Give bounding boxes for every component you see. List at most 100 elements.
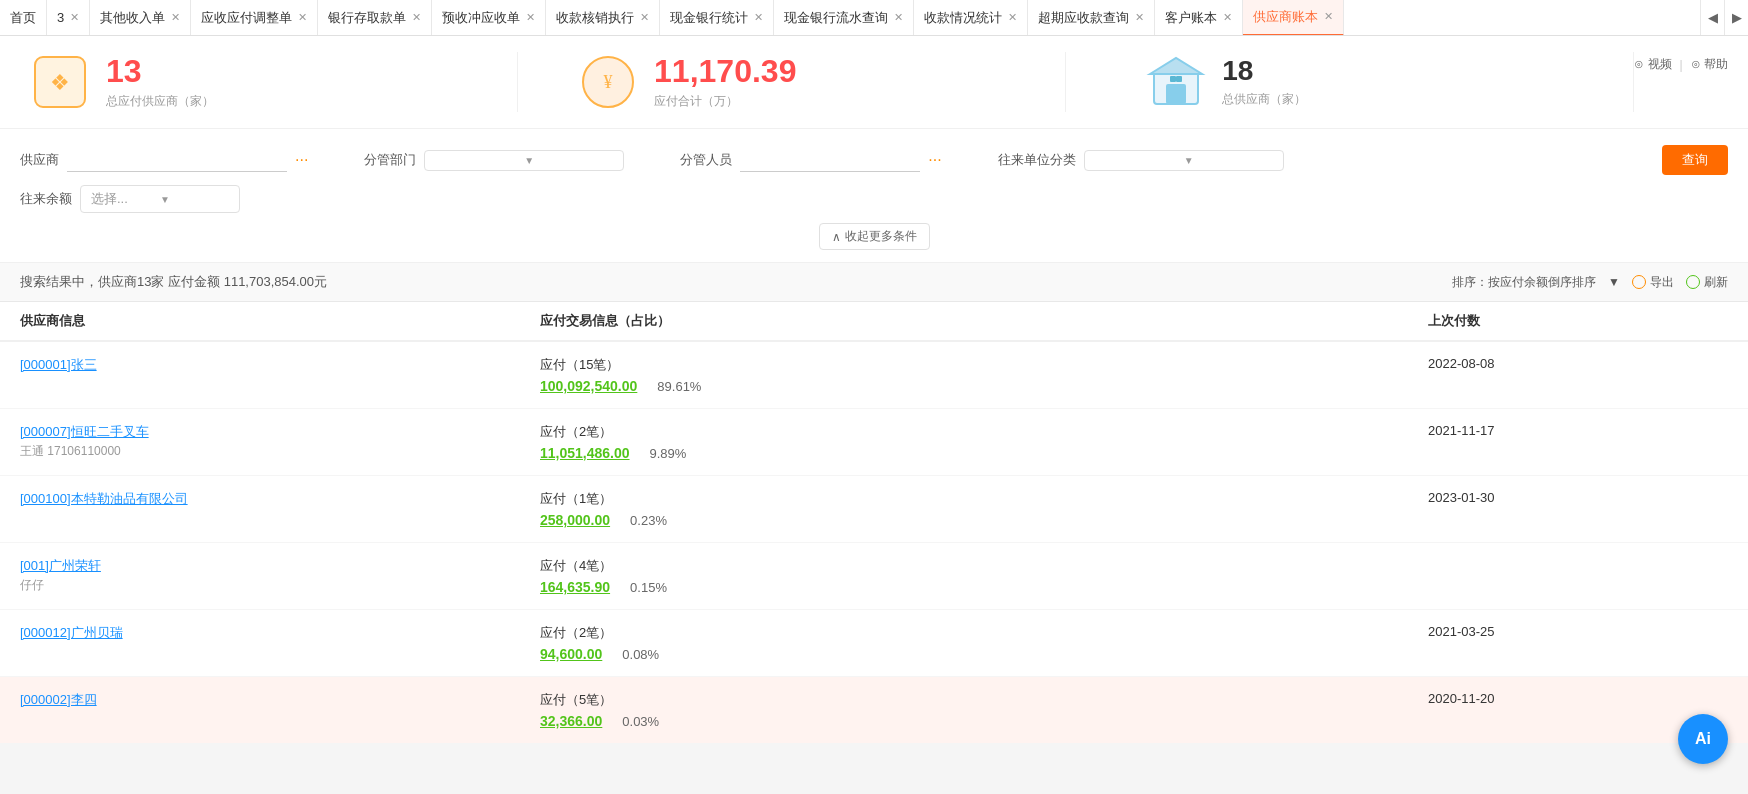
results-summary: 搜索结果中，供应商13家 应付金额 111,703,854.00元: [20, 273, 327, 291]
last-pay-date: 2021-11-17: [1428, 423, 1495, 438]
results-right-actions: 排序：按应付余额倒序排序 ▼ 导出 刷新: [1452, 274, 1728, 291]
trans-label: 应付（2笔）: [540, 624, 1428, 642]
svg-rect-6: [1166, 84, 1186, 104]
stat-label-payable-total: 应付合计（万）: [654, 93, 1035, 110]
trans-amount[interactable]: 94,600.00: [540, 646, 602, 662]
nav-tab-3-close[interactable]: ✕: [70, 11, 79, 24]
col-header-trans: 应付交易信息（占比）: [540, 312, 1428, 330]
nav-tab-3-label: 3: [57, 10, 64, 25]
filter-supplier-dots[interactable]: ···: [295, 151, 308, 169]
table-row: [001]广州荣轩 仔仔 应付（4笔） 164,635.90 0.15%: [0, 543, 1748, 610]
nav-tab-cash-bank-stat[interactable]: 现金银行统计 ✕: [660, 0, 774, 36]
last-pay-date: 2023-01-30: [1428, 490, 1495, 505]
nav-tab-other-income-close[interactable]: ✕: [171, 11, 180, 24]
trans-pct: 9.89%: [650, 446, 687, 461]
stat-number-total-suppliers: 18: [1222, 56, 1603, 87]
filter-input-person[interactable]: [740, 148, 920, 172]
nav-tab-receipt-verify-label: 收款核销执行: [556, 9, 634, 27]
nav-tab-cash-flow-query-close[interactable]: ✕: [894, 11, 903, 24]
refresh-icon: [1686, 275, 1700, 289]
filter-area: 供应商 ··· 分管部门 ▼ 分管人员 ··· 往来单位分类 ▼ 查询: [0, 129, 1748, 263]
trans-amount[interactable]: 32,366.00: [540, 713, 602, 729]
supplier-link[interactable]: [000012]广州贝瑞: [20, 625, 123, 640]
nav-tab-overdue-ar-close[interactable]: ✕: [1135, 11, 1144, 24]
export-button[interactable]: 导出: [1632, 274, 1674, 291]
nav-tab-cash-bank-stat-close[interactable]: ✕: [754, 11, 763, 24]
nav-tab-payment-stat[interactable]: 收款情况统计 ✕: [914, 0, 1028, 36]
supplier-link[interactable]: [000100]本特勒油品有限公司: [20, 491, 188, 506]
nav-prev-arrow[interactable]: ◀: [1700, 0, 1724, 36]
svg-marker-5: [1150, 58, 1202, 74]
trans-amount[interactable]: 100,092,540.00: [540, 378, 637, 394]
nav-tab-receipt-verify[interactable]: 收款核销执行 ✕: [546, 0, 660, 36]
stats-row: ❖ 13 总应付供应商（家） ¥ 11,170.39 应付合计（万）: [0, 36, 1748, 129]
sort-arrow: ▼: [1608, 275, 1620, 289]
nav-tab-prepay-offset[interactable]: 预收冲应收单 ✕: [432, 0, 546, 36]
nav-tab-supplier-ledger-close[interactable]: ✕: [1324, 10, 1333, 23]
table-row: [000001]张三 应付（15笔） 100,092,540.00 89.61%…: [0, 342, 1748, 409]
filter-item-supplier: 供应商 ···: [20, 148, 308, 172]
filter-select-category[interactable]: ▼: [1084, 150, 1284, 171]
nav-tab-prepay-offset-close[interactable]: ✕: [526, 11, 535, 24]
results-bar: 搜索结果中，供应商13家 应付金额 111,703,854.00元 排序：按应付…: [0, 263, 1748, 302]
filter-dept-arrow: ▼: [524, 155, 613, 166]
nav-tab-bank-deposit[interactable]: 银行存取款单 ✕: [318, 0, 432, 36]
sort-select[interactable]: 排序：按应付余额倒序排序: [1452, 274, 1596, 291]
last-pay-date: 2022-08-08: [1428, 356, 1495, 371]
trans-amount[interactable]: 11,051,486.00: [540, 445, 630, 461]
nav-tab-receipt-verify-close[interactable]: ✕: [640, 11, 649, 24]
table-body: [000001]张三 应付（15笔） 100,092,540.00 89.61%…: [0, 342, 1748, 744]
supplier-link[interactable]: [000007]恒旺二手叉车: [20, 424, 149, 439]
nav-tab-ar-ap-adjust-close[interactable]: ✕: [298, 11, 307, 24]
last-pay-date: 2020-11-20: [1428, 691, 1495, 706]
search-button[interactable]: 查询: [1662, 145, 1728, 175]
nav-tab-home[interactable]: 首页: [0, 0, 47, 36]
nav-tab-customer-ledger-close[interactable]: ✕: [1223, 11, 1232, 24]
collapse-button[interactable]: ∧ 收起更多条件: [819, 223, 930, 250]
supplier-link[interactable]: [001]广州荣轩: [20, 558, 101, 573]
ai-label: Ai: [1695, 730, 1711, 744]
stat-info-suppliers-payable: 13 总应付供应商（家）: [106, 54, 487, 110]
nav-tab-ar-ap-adjust[interactable]: 应收应付调整单 ✕: [191, 0, 318, 36]
help-link[interactable]: ⊙ 帮助: [1691, 56, 1728, 73]
supplier-link[interactable]: [000001]张三: [20, 357, 97, 372]
trans-label: 应付（1笔）: [540, 490, 1428, 508]
filter-label-dept: 分管部门: [364, 151, 416, 169]
nav-tab-customer-ledger-label: 客户账本: [1165, 9, 1217, 27]
filter-item-dept: 分管部门 ▼: [364, 150, 624, 171]
trans-label: 应付（4笔）: [540, 557, 1428, 575]
nav-tab-cash-flow-query-label: 现金银行流水查询: [784, 9, 888, 27]
trans-amount-row: 100,092,540.00 89.61%: [540, 374, 1428, 394]
filter-balance-arrow: ▼: [160, 194, 229, 205]
nav-tab-ar-ap-adjust-label: 应收应付调整单: [201, 9, 292, 27]
stat-item-payable-total: ¥ 11,170.39 应付合计（万）: [518, 52, 1066, 112]
nav-tab-cash-flow-query[interactable]: 现金银行流水查询 ✕: [774, 0, 914, 36]
nav-next-arrow[interactable]: ▶: [1724, 0, 1748, 36]
trans-amount[interactable]: 164,635.90: [540, 579, 610, 595]
nav-tab-customer-ledger[interactable]: 客户账本 ✕: [1155, 0, 1243, 36]
video-link[interactable]: ⊙ 视频: [1634, 56, 1671, 73]
supplier-link[interactable]: [000002]李四: [20, 692, 97, 707]
refresh-button[interactable]: 刷新: [1686, 274, 1728, 291]
nav-tab-bank-deposit-close[interactable]: ✕: [412, 11, 421, 24]
nav-tab-supplier-ledger[interactable]: 供应商账本 ✕: [1243, 0, 1344, 36]
filter-select-dept[interactable]: ▼: [424, 150, 624, 171]
nav-tab-overdue-ar[interactable]: 超期应收款查询 ✕: [1028, 0, 1155, 36]
trans-amount-row: 94,600.00 0.08%: [540, 642, 1428, 662]
svg-rect-8: [1176, 76, 1182, 82]
nav-tab-bank-deposit-label: 银行存取款单: [328, 9, 406, 27]
filter-person-dots[interactable]: ···: [928, 151, 941, 169]
filter-input-supplier[interactable]: [67, 148, 287, 172]
nav-tab-3[interactable]: 3 ✕: [47, 0, 90, 36]
stat-number-suppliers-payable: 13: [106, 54, 487, 89]
filter-item-person: 分管人员 ···: [680, 148, 941, 172]
supplier-cell: [001]广州荣轩 仔仔: [20, 557, 540, 594]
nav-arrows: ◀ ▶: [1700, 0, 1748, 36]
nav-tab-other-income[interactable]: 其他收入单 ✕: [90, 0, 191, 36]
trans-amount-row: 258,000.00 0.23%: [540, 508, 1428, 528]
stat-label-suppliers-payable: 总应付供应商（家）: [106, 93, 487, 110]
nav-tab-payment-stat-close[interactable]: ✕: [1008, 11, 1017, 24]
trans-amount[interactable]: 258,000.00: [540, 512, 610, 528]
nav-tab-prepay-offset-label: 预收冲应收单: [442, 9, 520, 27]
filter-select-balance[interactable]: 选择... ▼: [80, 185, 240, 213]
